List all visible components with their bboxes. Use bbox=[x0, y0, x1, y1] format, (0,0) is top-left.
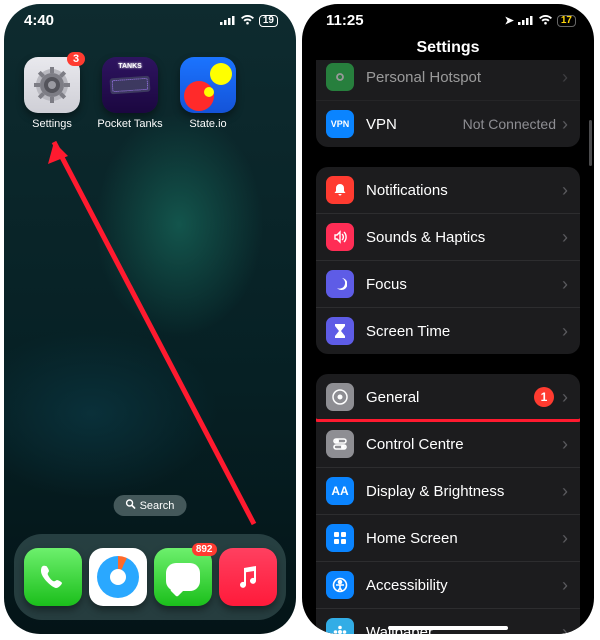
chevron-icon: › bbox=[562, 274, 568, 295]
row-home-screen[interactable]: Home Screen › bbox=[316, 515, 580, 562]
chevron-icon: › bbox=[562, 622, 568, 635]
row-label: VPN bbox=[366, 116, 463, 133]
row-label: Control Centre bbox=[366, 436, 562, 453]
chevron-icon: › bbox=[562, 180, 568, 201]
pocket-tanks-label: Pocket Tanks bbox=[97, 118, 162, 130]
compass-icon bbox=[97, 556, 139, 598]
chevron-icon: › bbox=[562, 114, 568, 135]
message-icon bbox=[166, 563, 200, 591]
row-general[interactable]: General 1 › bbox=[316, 374, 580, 421]
link-icon bbox=[326, 63, 354, 91]
chevron-icon: › bbox=[562, 67, 568, 88]
state-io-icon bbox=[180, 57, 236, 113]
search-label: Search bbox=[140, 500, 175, 512]
settings-badge: 3 bbox=[67, 52, 85, 66]
messages-badge: 892 bbox=[192, 543, 217, 556]
app-settings[interactable]: 3 Settings bbox=[22, 57, 82, 130]
search-icon bbox=[126, 499, 136, 512]
status-bar-left: 4:40 19 bbox=[4, 4, 296, 31]
toggles-icon bbox=[326, 430, 354, 458]
row-value: Not Connected bbox=[463, 116, 556, 132]
row-label: Focus bbox=[366, 276, 562, 293]
vpn-icon: VPN bbox=[326, 110, 354, 138]
scrollbar[interactable] bbox=[589, 120, 592, 166]
row-focus[interactable]: Focus › bbox=[316, 261, 580, 308]
chevron-icon: › bbox=[562, 481, 568, 502]
person-icon bbox=[326, 571, 354, 599]
row-label: Personal Hotspot bbox=[366, 69, 562, 86]
row-notifications[interactable]: Notifications › bbox=[316, 167, 580, 214]
chevron-icon: › bbox=[562, 387, 568, 408]
row-wallpaper[interactable]: Wallpaper › bbox=[316, 609, 580, 634]
chevron-icon: › bbox=[562, 321, 568, 342]
row-label: General bbox=[366, 389, 534, 406]
row-personal-hotspot[interactable]: Personal Hotspot › bbox=[316, 60, 580, 101]
status-time-r: 11:25 bbox=[326, 12, 364, 29]
location-icon: ➤ bbox=[505, 14, 514, 27]
general-badge: 1 bbox=[534, 387, 554, 407]
row-label: Sounds & Haptics bbox=[366, 229, 562, 246]
row-accessibility[interactable]: Accessibility › bbox=[316, 562, 580, 609]
signal-icon-r bbox=[518, 12, 534, 29]
gear-small-icon bbox=[326, 383, 354, 411]
battery-indicator-r: 17 bbox=[557, 15, 576, 27]
hourglass-icon bbox=[326, 317, 354, 345]
signal-icon bbox=[220, 12, 236, 29]
wifi-icon bbox=[240, 12, 255, 29]
wifi-icon-r bbox=[538, 12, 553, 29]
row-label: Screen Time bbox=[366, 323, 562, 340]
moon-icon bbox=[326, 270, 354, 298]
flower-icon bbox=[326, 618, 354, 634]
app-pocket-tanks[interactable]: TANKS Pocket Tanks bbox=[100, 57, 160, 130]
row-label: Notifications bbox=[366, 182, 562, 199]
home-indicator[interactable] bbox=[388, 626, 508, 630]
row-vpn[interactable]: VPN VPN Not Connected › bbox=[316, 101, 580, 147]
chevron-icon: › bbox=[562, 434, 568, 455]
battery-indicator: 19 bbox=[259, 15, 278, 27]
bell-icon bbox=[326, 176, 354, 204]
spotlight-search[interactable]: Search bbox=[114, 495, 187, 516]
settings-screen: 11:25 ➤ 17 Settings Personal Hotspot › bbox=[302, 4, 594, 634]
row-display[interactable]: AA Display & Brightness › bbox=[316, 468, 580, 515]
pocket-tanks-icon: TANKS bbox=[102, 57, 158, 113]
grid-icon bbox=[326, 524, 354, 552]
row-label: Accessibility bbox=[366, 577, 562, 594]
settings-icon: 3 bbox=[24, 57, 80, 113]
chevron-icon: › bbox=[562, 575, 568, 596]
row-sounds[interactable]: Sounds & Haptics › bbox=[316, 214, 580, 261]
speaker-icon bbox=[326, 223, 354, 251]
home-screen: 4:40 19 3 Settings TANK bbox=[4, 4, 296, 634]
state-io-label: State.io bbox=[189, 118, 226, 130]
settings-label: Settings bbox=[32, 118, 72, 130]
app-state-io[interactable]: State.io bbox=[178, 57, 238, 130]
row-label: Display & Brightness bbox=[366, 483, 562, 500]
safari-app[interactable] bbox=[89, 548, 147, 606]
chevron-icon: › bbox=[562, 227, 568, 248]
chevron-icon: › bbox=[562, 528, 568, 549]
music-app[interactable] bbox=[219, 548, 277, 606]
row-screen-time[interactable]: Screen Time › bbox=[316, 308, 580, 354]
messages-app[interactable]: 892 bbox=[154, 548, 212, 606]
row-label: Home Screen bbox=[366, 530, 562, 547]
status-bar-right: 11:25 ➤ 17 bbox=[302, 4, 594, 33]
status-time: 4:40 bbox=[24, 12, 54, 29]
aa-icon: AA bbox=[326, 477, 354, 505]
dock: 892 bbox=[14, 534, 286, 620]
phone-app[interactable] bbox=[24, 548, 82, 606]
row-control-centre[interactable]: Control Centre › bbox=[316, 421, 580, 468]
